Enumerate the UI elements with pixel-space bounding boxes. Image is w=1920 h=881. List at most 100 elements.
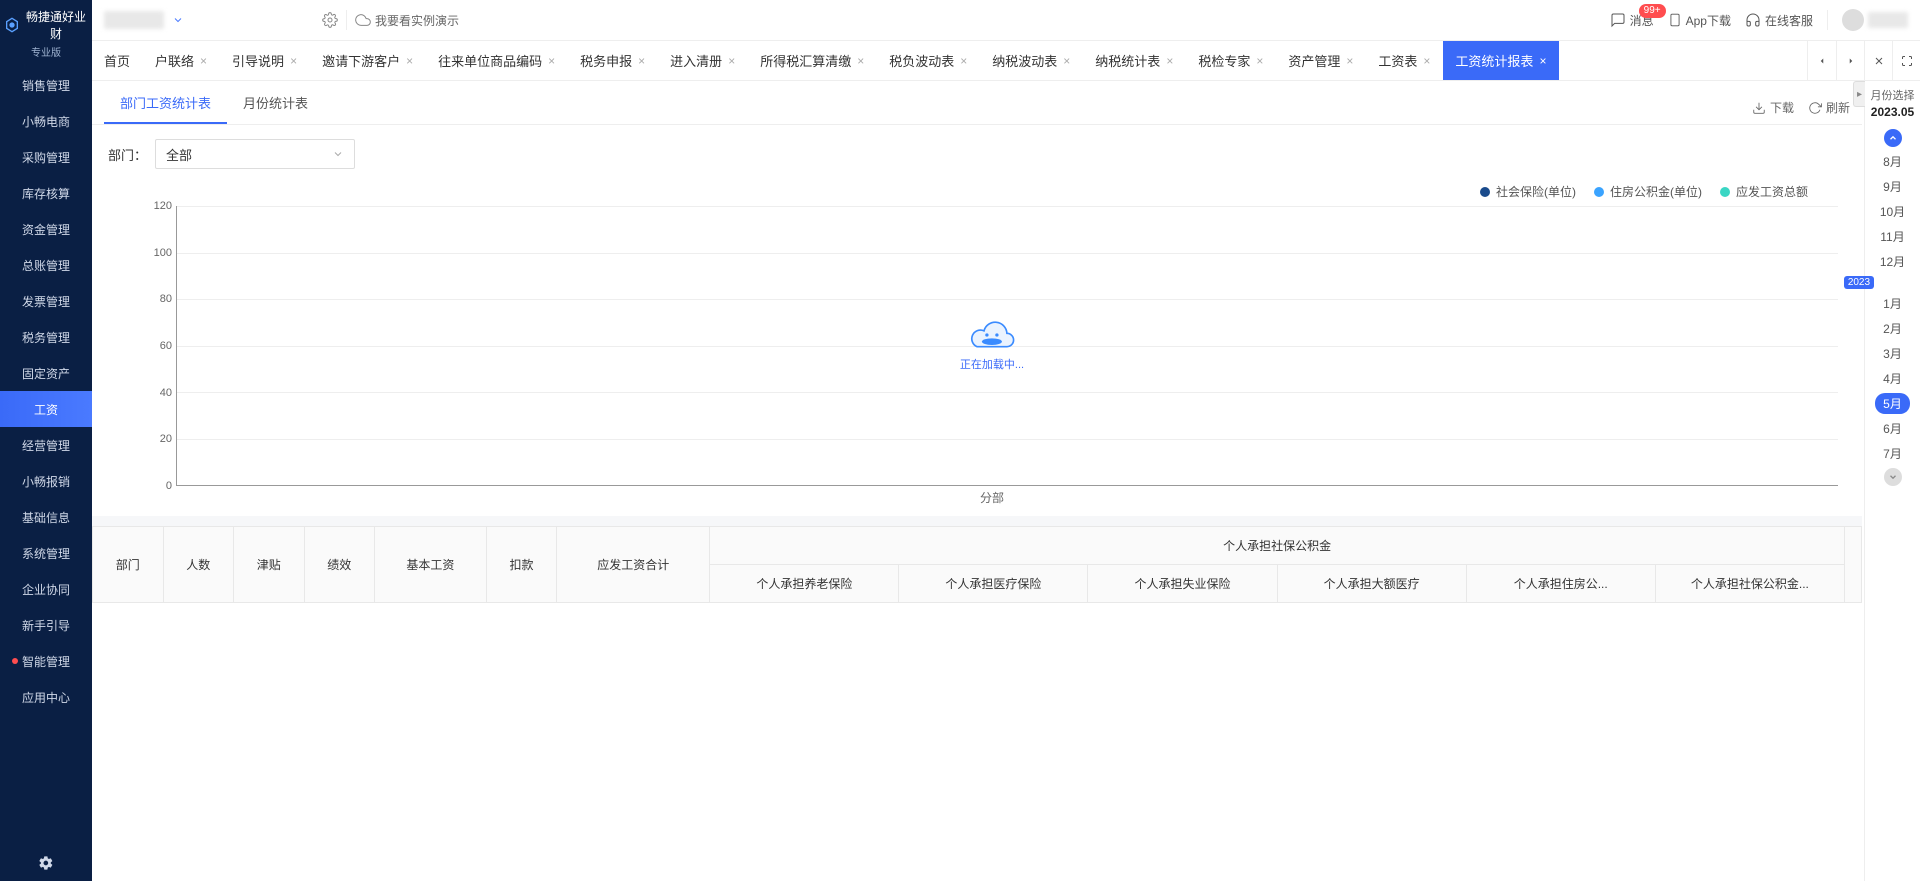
sidebar-item[interactable]: 系统管理 [0,535,92,571]
online-service-button[interactable]: 在线客服 [1745,12,1813,29]
tab-close-icon[interactable]: × [1539,54,1546,68]
tab-close-icon[interactable]: × [1423,54,1430,68]
month-item[interactable]: 3月 [1875,343,1910,364]
download-label: 下载 [1770,99,1794,116]
sidebar-item-label: 小畅报销 [22,473,70,490]
fullscreen-button[interactable] [1892,41,1920,81]
department-select[interactable]: 全部 [155,139,355,169]
tab[interactable]: 资产管理 × [1276,41,1366,80]
sidebar-item-label: 企业协同 [22,581,70,598]
subtab[interactable]: 部门工资统计表 [104,83,227,124]
sidebar-item[interactable]: 固定资产 [0,355,92,391]
tab-close-icon[interactable]: × [1063,54,1070,68]
tabs-scroll-left[interactable] [1808,41,1836,81]
sidebar-item[interactable]: 发票管理 [0,283,92,319]
tab[interactable]: 户联络× [143,41,220,80]
tab[interactable]: 工资表× [1366,41,1443,80]
tab-close-icon[interactable]: × [548,54,555,68]
table-header-cell: 个人承担失业保险 [1088,565,1277,603]
month-item[interactable]: 6月 [1875,418,1910,439]
cloud-icon [355,12,371,28]
app-download-button[interactable]: App下载 [1668,12,1731,29]
tab[interactable]: 税检专家× [1186,41,1276,80]
tab[interactable]: 首页 [92,41,143,80]
legend-dot-icon [1480,187,1490,197]
month-item[interactable]: 9月 [1875,176,1910,197]
tab[interactable]: 纳税统计表× [1083,41,1186,80]
user-menu[interactable] [1842,9,1908,31]
tabs-close-all[interactable] [1864,41,1892,81]
tab-close-icon[interactable]: × [406,54,413,68]
sidebar-item-label: 应用中心 [22,689,70,706]
notification-dot-icon [12,658,18,664]
tab[interactable]: 往来单位商品编码× [426,41,568,80]
tab-label: 资产管理 [1288,51,1340,70]
sidebar-item[interactable]: 应用中心 [0,679,92,715]
table-wrap[interactable]: 部门人数津贴绩效基本工资扣款应发工资合计个人承担社保公积金 个人承担养老保险个人… [92,516,1862,603]
month-item[interactable]: 4月 [1875,368,1910,389]
demo-link[interactable]: 我要看实例演示 [355,12,459,29]
month-item[interactable]: 8月 [1875,151,1910,172]
sidebar-item[interactable]: 资金管理 [0,211,92,247]
tab[interactable]: 税负波动表× [877,41,980,80]
content: 部门工资统计表月份统计表 下载 刷新 部门： [92,81,1920,881]
month-item[interactable]: 5月 [1875,393,1910,414]
settings-icon[interactable] [322,12,338,28]
month-scroll-down[interactable] [1884,468,1902,486]
tab[interactable]: 所得税汇算清缴× [748,41,877,80]
salary-table: 部门人数津贴绩效基本工资扣款应发工资合计个人承担社保公积金 个人承担养老保险个人… [92,526,1862,603]
sidebar-item[interactable]: 经营管理 [0,427,92,463]
app-download-label: App下载 [1686,12,1731,29]
month-scroll-up[interactable] [1884,129,1902,147]
tab-close-icon[interactable]: × [638,54,645,68]
sidebar-item[interactable]: 销售管理 [0,67,92,103]
tab-close-icon[interactable]: × [1256,54,1263,68]
month-item[interactable]: 7月 [1875,443,1910,464]
month-item[interactable]: 11月 [1872,226,1912,247]
sidebar-item-label: 发票管理 [22,293,70,310]
tab[interactable]: 邀请下游客户× [310,41,426,80]
tab-close-icon[interactable]: × [1346,54,1353,68]
month-item[interactable]: 2月 [1875,318,1910,339]
tabs-scroll-right[interactable] [1836,41,1864,81]
table-header-spacer [1845,527,1862,603]
sidebar-item[interactable]: 企业协同 [0,571,92,607]
month-panel-selected: 2023.05 [1871,105,1914,119]
tab-close-icon[interactable]: × [200,54,207,68]
month-panel-collapse[interactable]: ▸ [1853,81,1865,107]
sidebar-item[interactable]: 库存核算 [0,175,92,211]
company-selector[interactable] [104,11,314,29]
sidebar-item[interactable]: 总账管理 [0,247,92,283]
tab[interactable]: 工资统计报表× [1443,41,1559,80]
sidebar-item[interactable]: 小畅电商 [0,103,92,139]
tab-close-icon[interactable]: × [290,54,297,68]
download-button[interactable]: 下载 [1752,99,1794,116]
tab[interactable]: 进入清册× [658,41,748,80]
legend-item[interactable]: 社会保险(单位) [1480,183,1576,200]
messages-button[interactable]: 消息 99+ [1610,12,1654,29]
month-item[interactable]: 1月 [1875,293,1910,314]
nav-settings[interactable] [0,845,92,881]
tab-close-icon[interactable]: × [728,54,735,68]
sidebar-item[interactable]: 工资 [0,391,92,427]
tab[interactable]: 税务申报× [568,41,658,80]
sidebar-item[interactable]: 税务管理 [0,319,92,355]
refresh-button[interactable]: 刷新 [1808,99,1850,116]
tab[interactable]: 引导说明× [220,41,310,80]
top-header: 我要看实例演示 消息 99+ App下载 在线客服 [92,0,1920,41]
legend-item[interactable]: 应发工资总额 [1720,183,1808,200]
sidebar-item[interactable]: 智能管理 [0,643,92,679]
subtab[interactable]: 月份统计表 [227,83,324,124]
month-item[interactable]: 12月 [1872,251,1913,272]
month-item[interactable]: 10月 [1872,201,1913,222]
table-header-cell: 部门 [93,527,164,603]
sidebar-item[interactable]: 基础信息 [0,499,92,535]
tab-close-icon[interactable]: × [1166,54,1173,68]
sidebar-item[interactable]: 小畅报销 [0,463,92,499]
sidebar-item[interactable]: 新手引导 [0,607,92,643]
tab-close-icon[interactable]: × [960,54,967,68]
sidebar-item[interactable]: 采购管理 [0,139,92,175]
tab-close-icon[interactable]: × [857,54,864,68]
legend-item[interactable]: 住房公积金(单位) [1594,183,1702,200]
tab[interactable]: 纳税波动表× [980,41,1083,80]
